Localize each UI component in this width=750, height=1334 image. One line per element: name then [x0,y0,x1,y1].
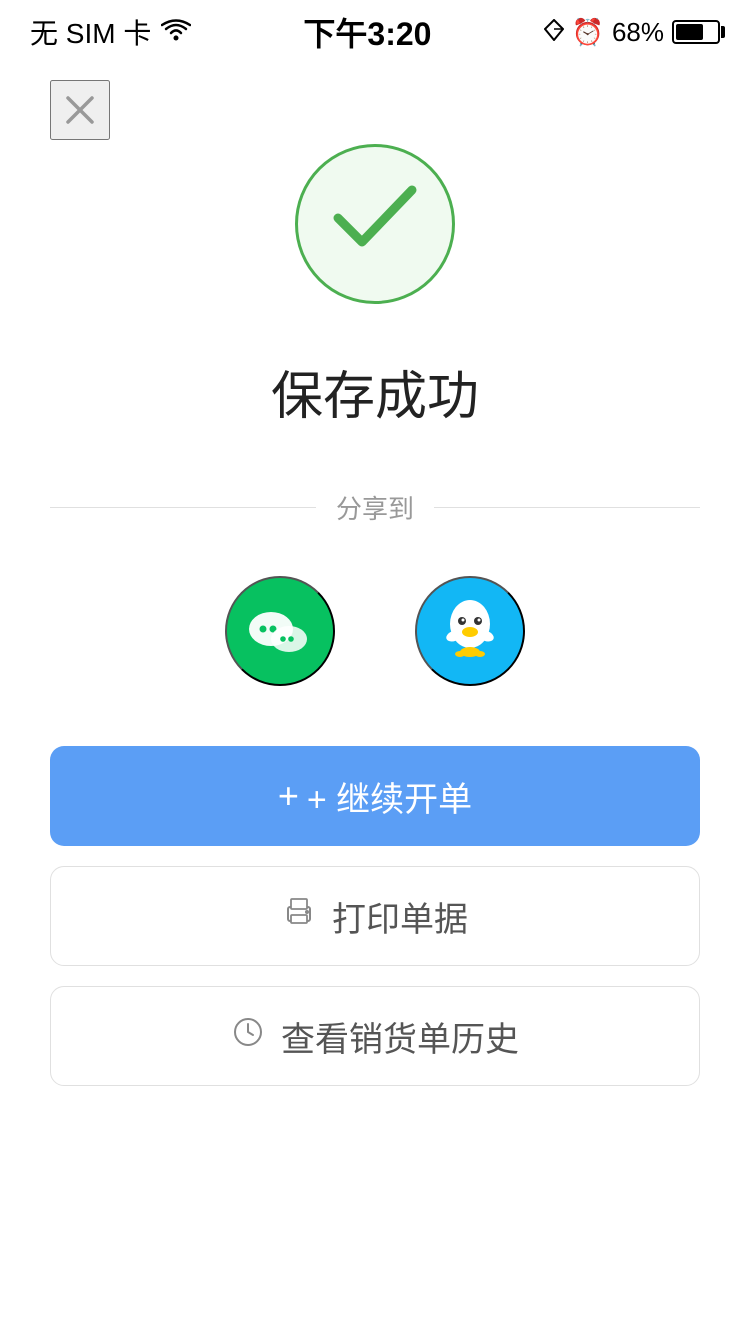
action-buttons: + + 继续开单 打印单据 查看销货单历史 [0,746,750,1086]
status-bar: 无 SIM 卡 下午3:20 ⏰ 68% [0,0,750,64]
qq-share-button[interactable] [415,576,525,686]
checkmark-icon [330,180,420,268]
continue-button[interactable]: + + 继续开单 [50,746,700,846]
battery-bar [672,20,720,44]
close-icon [60,90,100,130]
wechat-icon [245,601,315,661]
divider-left [50,507,316,508]
location-icon [544,17,564,48]
wifi-icon [161,16,191,48]
share-section: 分享到 [0,489,750,686]
history-icon [231,1015,265,1058]
divider-right [434,507,700,508]
success-section: 保存成功 [0,64,750,489]
share-divider-row: 分享到 [50,489,700,526]
plus-icon: + [278,775,299,817]
success-circle [295,144,455,304]
status-right: ⏰ 68% [544,17,720,48]
print-icon [282,896,316,937]
battery-percent: 68% [612,17,664,48]
share-icons-row [50,576,700,686]
sim-status: 无 SIM 卡 [30,12,151,52]
alarm-icon: ⏰ [572,17,604,48]
wechat-share-button[interactable] [225,576,335,686]
share-label: 分享到 [336,489,414,526]
continue-label: + 继续开单 [307,772,472,821]
print-button[interactable]: 打印单据 [50,866,700,966]
success-title: 保存成功 [271,354,479,429]
status-left: 无 SIM 卡 [30,12,191,52]
print-label: 打印单据 [332,892,468,941]
history-label: 查看销货单历史 [281,1012,519,1061]
close-button[interactable] [50,80,110,140]
status-time: 下午3:20 [303,9,431,55]
history-button[interactable]: 查看销货单历史 [50,986,700,1086]
qq-icon [438,594,503,669]
